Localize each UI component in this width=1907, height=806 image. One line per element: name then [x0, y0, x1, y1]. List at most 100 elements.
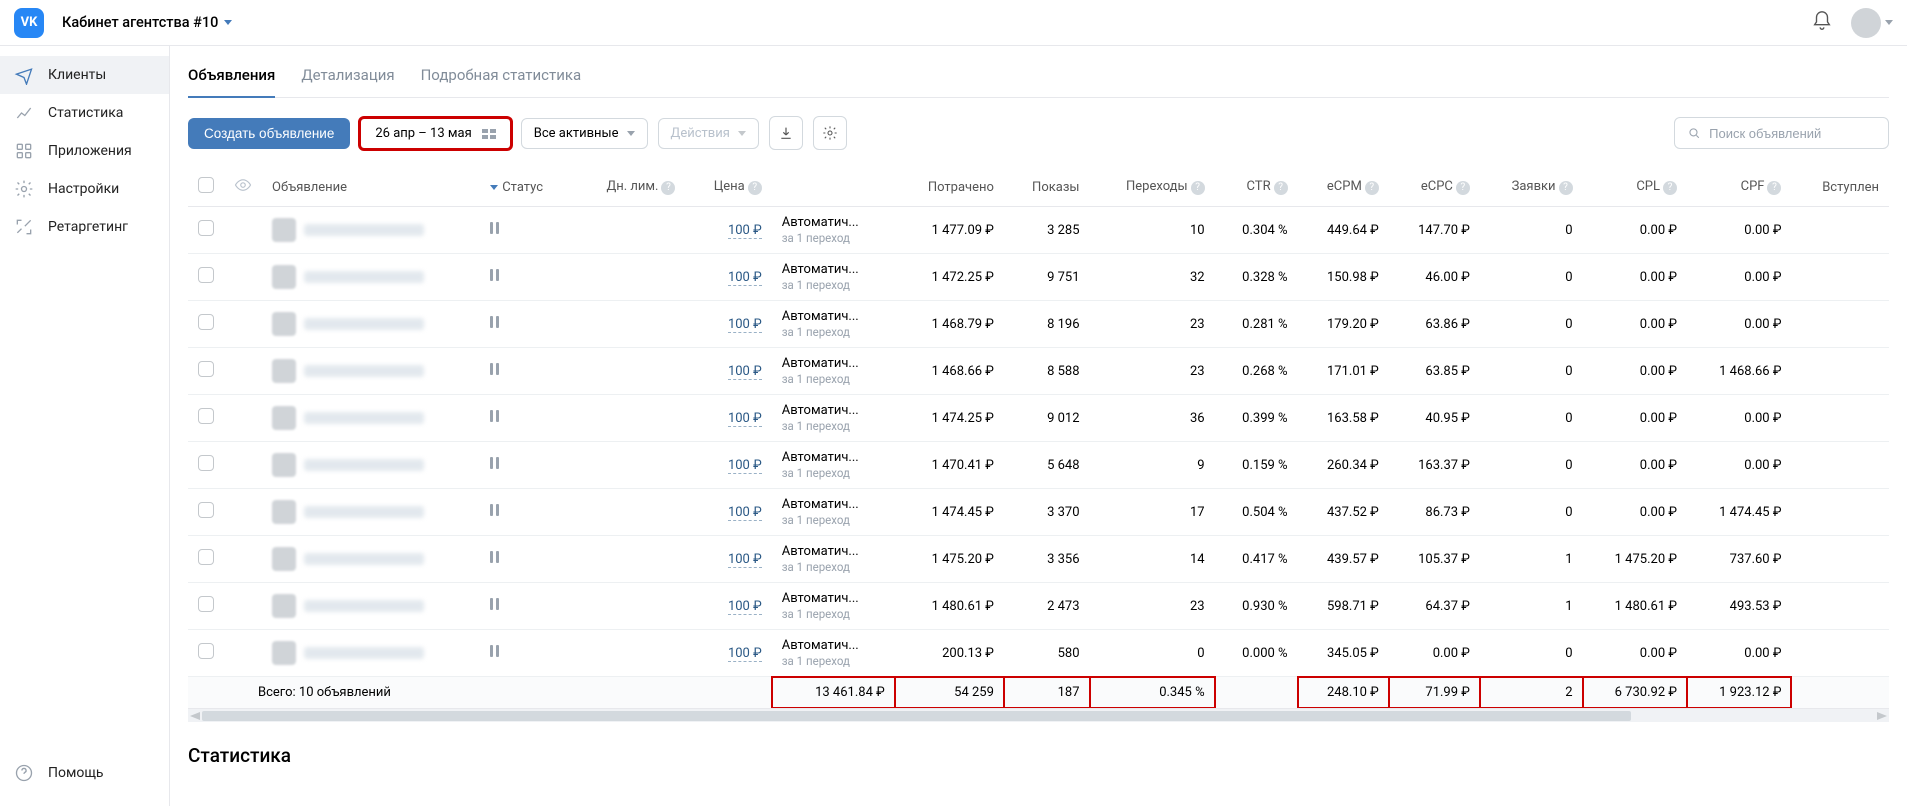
- cell-ecpc: 163.37 ₽: [1389, 442, 1480, 489]
- price-link[interactable]: 100 ₽: [728, 270, 762, 286]
- select-all-checkbox[interactable]: [198, 177, 214, 193]
- pause-icon[interactable]: [490, 410, 499, 422]
- row-checkbox[interactable]: [198, 596, 214, 612]
- cell-ecpc: 64.37 ₽: [1389, 583, 1480, 630]
- pause-icon[interactable]: [490, 504, 499, 516]
- sidebar-item-help[interactable]: Помощь: [0, 754, 169, 792]
- sidebar-item-clients[interactable]: Клиенты: [0, 56, 169, 94]
- actions-select[interactable]: Действия: [658, 118, 759, 149]
- search-input[interactable]: [1709, 126, 1876, 141]
- pause-icon[interactable]: [490, 363, 499, 375]
- col-day-limit[interactable]: Дн. лим.?: [573, 168, 686, 207]
- row-checkbox[interactable]: [198, 549, 214, 565]
- price-link[interactable]: 100 ₽: [728, 411, 762, 427]
- row-checkbox[interactable]: [198, 408, 214, 424]
- price-link[interactable]: 100 ₽: [728, 458, 762, 474]
- row-checkbox[interactable]: [198, 361, 214, 377]
- cell-clicks: 14: [1090, 536, 1215, 583]
- row-checkbox[interactable]: [198, 455, 214, 471]
- col-ecpc[interactable]: eCPC?: [1389, 168, 1480, 207]
- cell-ecpc: 105.37 ₽: [1389, 536, 1480, 583]
- row-checkbox[interactable]: [198, 267, 214, 283]
- cell-cpf: 737.60 ₽: [1687, 536, 1791, 583]
- sidebar-item-apps[interactable]: Приложения: [0, 132, 169, 170]
- pause-icon[interactable]: [490, 316, 499, 328]
- cell-cpl: 0.00 ₽: [1583, 442, 1687, 489]
- col-ecpm[interactable]: eCPM?: [1298, 168, 1389, 207]
- settings-button[interactable]: [813, 116, 847, 150]
- col-cpl[interactable]: CPL?: [1583, 168, 1687, 207]
- cell-ecpc: 86.73 ₽: [1389, 489, 1480, 536]
- filter-select[interactable]: Все активные: [521, 118, 648, 149]
- col-impressions[interactable]: Показы: [1004, 168, 1090, 207]
- cell-leads: 1: [1480, 583, 1583, 630]
- table-row[interactable]: 100 ₽Автоматич...за 1 переход1 472.25 ₽9…: [188, 254, 1889, 301]
- col-joins[interactable]: Вступлен: [1791, 168, 1889, 207]
- pause-icon[interactable]: [490, 551, 499, 563]
- cell-cpf: 0.00 ₽: [1687, 301, 1791, 348]
- price-link[interactable]: 100 ₽: [728, 505, 762, 521]
- table-row[interactable]: 100 ₽Автоматич...за 1 переход1 468.66 ₽8…: [188, 348, 1889, 395]
- pause-icon[interactable]: [490, 222, 499, 234]
- tab-detailed-stats[interactable]: Подробная статистика: [421, 52, 582, 97]
- cell-ctr: 0.000 %: [1215, 630, 1298, 677]
- cell-status-sub: за 1 переход: [782, 325, 885, 339]
- download-button[interactable]: [769, 116, 803, 150]
- sidebar-item-label: Помощь: [48, 765, 104, 781]
- price-link[interactable]: 100 ₽: [728, 317, 762, 333]
- row-checkbox[interactable]: [198, 314, 214, 330]
- table-row[interactable]: 100 ₽Автоматич...за 1 переход200.13 ₽580…: [188, 630, 1889, 677]
- col-leads[interactable]: Заявки?: [1480, 168, 1583, 207]
- cell-spent: 1 468.66 ₽: [895, 348, 1004, 395]
- price-link[interactable]: 100 ₽: [728, 223, 762, 239]
- table-row[interactable]: 100 ₽Автоматич...за 1 переход1 470.41 ₽5…: [188, 442, 1889, 489]
- search-box[interactable]: [1674, 117, 1889, 149]
- pause-icon[interactable]: [490, 269, 499, 281]
- create-ad-button[interactable]: Создать объявление: [188, 118, 350, 149]
- cell-ecpc: 63.86 ₽: [1389, 301, 1480, 348]
- horizontal-scrollbar[interactable]: [188, 708, 1889, 722]
- row-checkbox[interactable]: [198, 220, 214, 236]
- cell-status-sub: за 1 переход: [782, 372, 885, 386]
- table-row[interactable]: 100 ₽Автоматич...за 1 переход1 468.79 ₽8…: [188, 301, 1889, 348]
- table-row[interactable]: 100 ₽Автоматич...за 1 переход1 475.20 ₽3…: [188, 536, 1889, 583]
- ad-thumbnail: [272, 265, 296, 289]
- col-spent[interactable]: Потрачено: [895, 168, 1004, 207]
- table-row[interactable]: 100 ₽Автоматич...за 1 переход1 474.45 ₽3…: [188, 489, 1889, 536]
- chevron-down-icon: [738, 131, 746, 136]
- sidebar-item-settings[interactable]: Настройки: [0, 170, 169, 208]
- row-checkbox[interactable]: [198, 502, 214, 518]
- price-link[interactable]: 100 ₽: [728, 364, 762, 380]
- col-clicks[interactable]: Переходы?: [1090, 168, 1215, 207]
- price-link[interactable]: 100 ₽: [728, 552, 762, 568]
- col-price[interactable]: Цена?: [685, 168, 771, 207]
- cell-spent: 200.13 ₽: [895, 630, 1004, 677]
- pause-icon[interactable]: [490, 457, 499, 469]
- price-link[interactable]: 100 ₽: [728, 646, 762, 662]
- pause-icon[interactable]: [490, 598, 499, 610]
- cell-status-main: Автоматич...: [782, 497, 885, 512]
- pause-icon[interactable]: [490, 645, 499, 657]
- cell-cpf: 0.00 ₽: [1687, 442, 1791, 489]
- col-status[interactable]: Статус: [480, 168, 572, 207]
- sidebar-item-retargeting[interactable]: Ретаргетинг: [0, 208, 169, 246]
- workspace-switcher[interactable]: Кабинет агентства #10: [62, 14, 232, 31]
- date-range-picker[interactable]: 26 апр – 13 мая: [360, 118, 510, 149]
- table-row[interactable]: 100 ₽Автоматич...за 1 переход1 480.61 ₽2…: [188, 583, 1889, 630]
- tab-details[interactable]: Детализация: [301, 52, 394, 97]
- table-row[interactable]: 100 ₽Автоматич...за 1 переход1 477.09 ₽3…: [188, 207, 1889, 254]
- cell-impressions: 9 751: [1004, 254, 1090, 301]
- eye-icon[interactable]: [234, 183, 252, 198]
- col-ctr[interactable]: CTR?: [1215, 168, 1298, 207]
- bell-icon[interactable]: [1811, 10, 1833, 36]
- cell-spent: 1 475.20 ₽: [895, 536, 1004, 583]
- col-cpf[interactable]: CPF?: [1687, 168, 1791, 207]
- row-checkbox[interactable]: [198, 643, 214, 659]
- col-ad[interactable]: Объявление: [262, 168, 480, 207]
- table-row[interactable]: 100 ₽Автоматич...за 1 переход1 474.25 ₽9…: [188, 395, 1889, 442]
- sidebar-item-stats[interactable]: Статистика: [0, 94, 169, 132]
- user-menu[interactable]: [1851, 8, 1893, 38]
- vk-logo[interactable]: VK: [14, 8, 44, 38]
- price-link[interactable]: 100 ₽: [728, 599, 762, 615]
- tab-ads[interactable]: Объявления: [188, 52, 275, 98]
